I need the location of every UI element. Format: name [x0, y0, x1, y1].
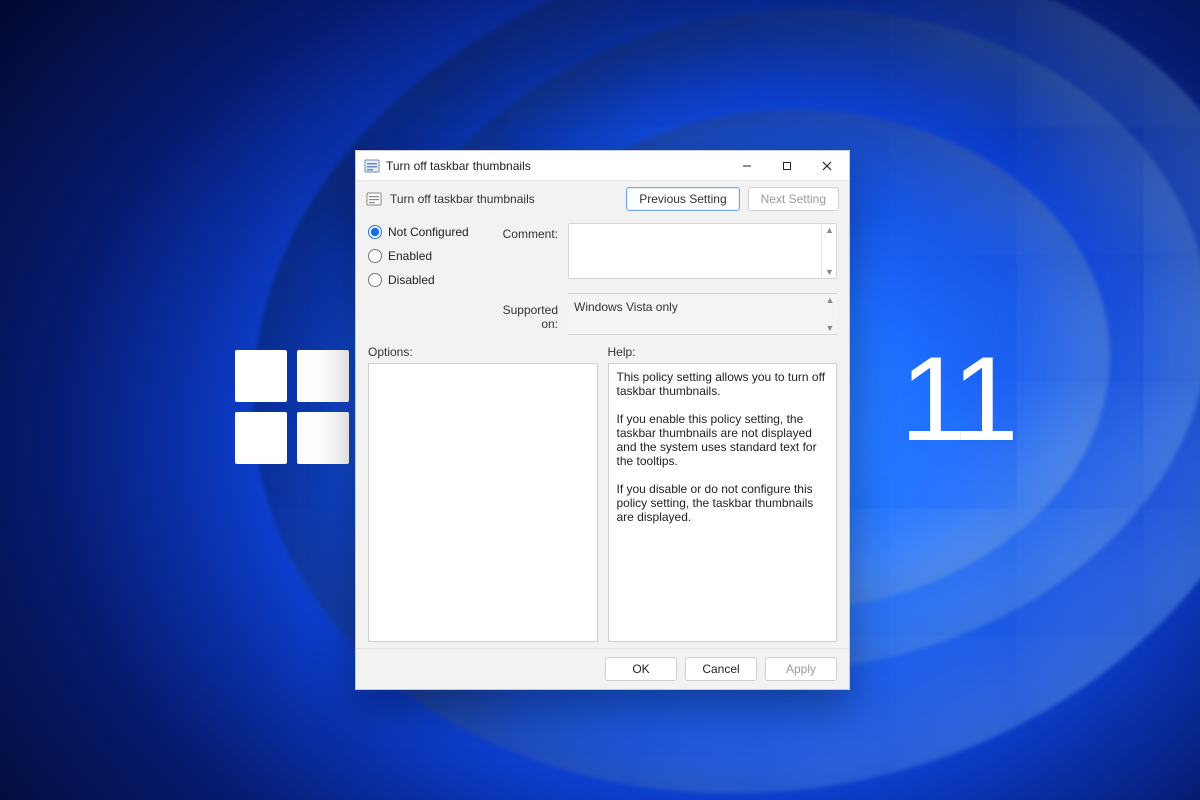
state-section: Not Configured Enabled Disabled Comment:…	[356, 217, 849, 337]
maximize-button[interactable]	[767, 152, 807, 180]
previous-setting-button[interactable]: Previous Setting	[626, 187, 739, 211]
options-help-section: Options: Help: This policy setting allow…	[356, 337, 849, 648]
help-pane[interactable]: This policy setting allows you to turn o…	[608, 363, 838, 642]
subheader: Turn off taskbar thumbnails Previous Set…	[356, 181, 849, 217]
radio-disabled[interactable]: Disabled	[368, 273, 478, 287]
supported-on-label: Supported on:	[488, 293, 558, 335]
radio-disabled-input[interactable]	[368, 273, 382, 287]
next-setting-button[interactable]: Next Setting	[748, 187, 839, 211]
radio-label: Enabled	[388, 249, 432, 263]
policy-title: Turn off taskbar thumbnails	[390, 192, 618, 206]
window-title: Turn off taskbar thumbnails	[386, 159, 727, 173]
scroll-track: ▲ ▼	[821, 223, 837, 279]
policy-icon	[366, 191, 382, 207]
cancel-button[interactable]: Cancel	[685, 657, 757, 681]
radio-not-configured[interactable]: Not Configured	[368, 225, 478, 239]
policy-editor-dialog: Turn off taskbar thumbnails Turn off t	[355, 150, 850, 690]
scroll-up-icon[interactable]: ▲	[822, 223, 837, 237]
desktop-brand-text: 11	[900, 330, 1013, 468]
radio-label: Not Configured	[388, 225, 469, 239]
radio-label: Disabled	[388, 273, 435, 287]
dialog-footer: OK Cancel Apply	[356, 648, 849, 689]
supported-on-field: Windows Vista only ▲ ▼	[568, 293, 837, 335]
comment-label: Comment:	[488, 223, 558, 241]
desktop-wallpaper: 11 Turn off taskbar thumbnails	[0, 0, 1200, 800]
scroll-down-icon[interactable]: ▼	[822, 265, 837, 279]
apply-button[interactable]: Apply	[765, 657, 837, 681]
options-label: Options:	[368, 345, 598, 359]
supported-on-value: Windows Vista only	[574, 300, 678, 314]
ok-button[interactable]: OK	[605, 657, 677, 681]
minimize-button[interactable]	[727, 152, 767, 180]
options-pane[interactable]	[368, 363, 598, 642]
scroll-down-icon[interactable]: ▼	[822, 321, 838, 335]
radio-enabled[interactable]: Enabled	[368, 249, 478, 263]
close-button[interactable]	[807, 152, 847, 180]
scroll-up-icon[interactable]: ▲	[822, 293, 838, 307]
titlebar[interactable]: Turn off taskbar thumbnails	[356, 151, 849, 181]
windows-logo-icon	[235, 350, 349, 464]
app-icon	[364, 158, 380, 174]
comment-textarea[interactable]: ▲ ▼	[568, 223, 837, 279]
state-radio-group: Not Configured Enabled Disabled	[368, 223, 478, 287]
help-label: Help:	[608, 345, 838, 359]
radio-not-configured-input[interactable]	[368, 225, 382, 239]
radio-enabled-input[interactable]	[368, 249, 382, 263]
